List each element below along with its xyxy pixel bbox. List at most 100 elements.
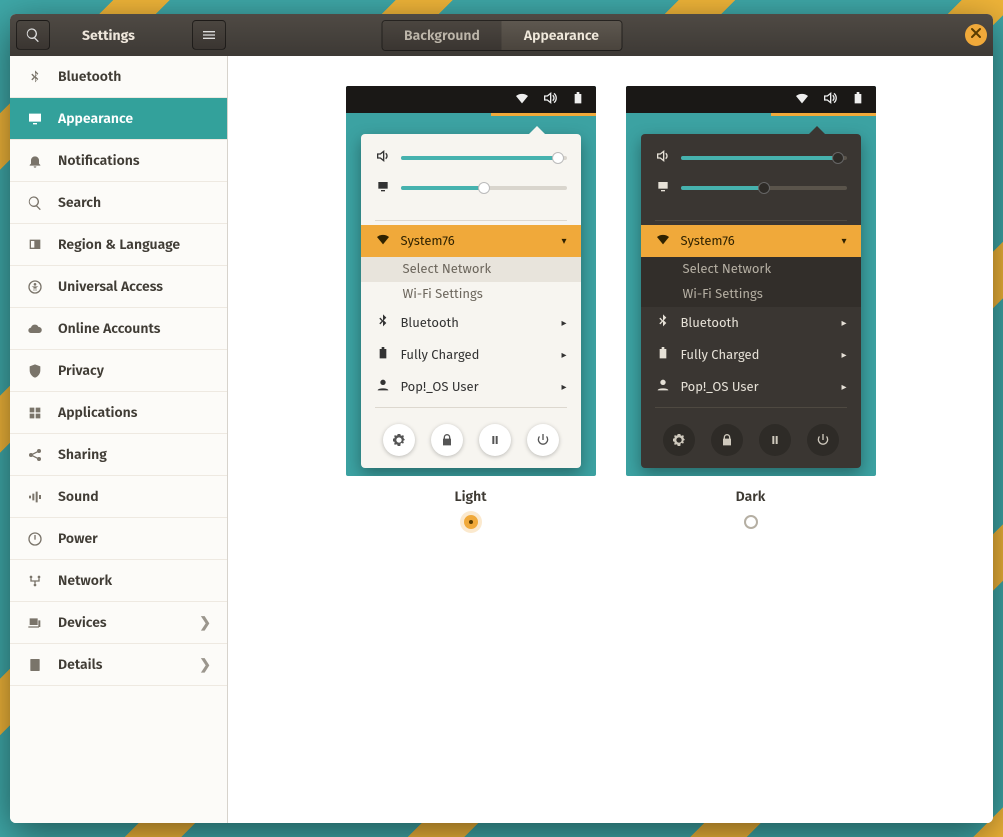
accessibility-icon: [26, 279, 44, 295]
titlebar: Settings Background Appearance: [10, 14, 993, 56]
theme-option-dark[interactable]: System76 ▾ Select Network Wi-Fi Settings…: [626, 86, 876, 533]
sidebar-item-sharing[interactable]: Sharing: [10, 434, 227, 476]
pause-button[interactable]: [479, 424, 511, 456]
brightness-slider[interactable]: [401, 186, 567, 190]
sidebar-item-label: Power: [58, 530, 98, 547]
lock-button[interactable]: [431, 424, 463, 456]
volume-icon: [375, 148, 391, 168]
sidebar-item-devices[interactable]: Devices ❯: [10, 602, 227, 644]
power-button[interactable]: [807, 424, 839, 456]
menu-button[interactable]: [192, 20, 226, 50]
preview-bluetooth-row[interactable]: Bluetooth ▸: [641, 307, 861, 339]
sidebar-item-search[interactable]: Search: [10, 182, 227, 224]
radio-dark[interactable]: [744, 515, 758, 529]
sidebar-item-label: Region & Language: [58, 236, 180, 253]
content-area: System76 ▾ Select Network Wi-Fi Settings…: [228, 56, 993, 823]
sidebar-item-privacy[interactable]: Privacy: [10, 350, 227, 392]
tab-background[interactable]: Background: [382, 21, 502, 50]
bell-icon: [26, 153, 44, 169]
chevron-right-icon: ❯: [199, 614, 211, 631]
volume-icon: [822, 90, 838, 110]
sidebar-item-label: Online Accounts: [58, 320, 160, 337]
preview-wifi-row[interactable]: System76 ▾: [641, 225, 861, 257]
volume-icon: [542, 90, 558, 110]
sidebar-item-label: Universal Access: [58, 278, 163, 295]
theme-label-light: Light: [346, 488, 596, 505]
bluetooth-icon: [655, 313, 671, 333]
brightness-slider[interactable]: [681, 186, 847, 190]
wifi-icon: [794, 90, 810, 110]
preview-wifi-settings[interactable]: Wi-Fi Settings: [361, 282, 581, 307]
sidebar-item-label: Privacy: [58, 362, 104, 379]
settings-button[interactable]: [383, 424, 415, 456]
tab-appearance[interactable]: Appearance: [502, 21, 621, 50]
power-icon: [26, 531, 44, 547]
sidebar-item-applications[interactable]: Applications: [10, 392, 227, 434]
sidebar-item-online-accounts[interactable]: Online Accounts: [10, 308, 227, 350]
wifi-icon: [514, 90, 530, 110]
theme-option-light[interactable]: System76 ▾ Select Network Wi-Fi Settings…: [346, 86, 596, 533]
share-icon: [26, 447, 44, 463]
sidebar-item-label: Network: [58, 572, 112, 589]
pause-button[interactable]: [759, 424, 791, 456]
volume-icon: [655, 148, 671, 168]
globe-icon: [26, 237, 44, 253]
window-title: Settings: [50, 27, 186, 44]
sidebar-item-details[interactable]: Details ❯: [10, 644, 227, 686]
radio-light[interactable]: [464, 515, 478, 529]
lock-button[interactable]: [711, 424, 743, 456]
preview-battery-row[interactable]: Fully Charged ▸: [641, 339, 861, 371]
search-icon: [26, 195, 44, 211]
tab-switcher: Background Appearance: [381, 20, 622, 51]
shield-icon: [26, 363, 44, 379]
sidebar-item-label: Devices: [58, 614, 107, 631]
brightness-icon: [375, 178, 391, 198]
sidebar-item-notifications[interactable]: Notifications: [10, 140, 227, 182]
sidebar-item-network[interactable]: Network: [10, 560, 227, 602]
close-button[interactable]: [965, 24, 987, 46]
volume-slider[interactable]: [401, 156, 567, 160]
devices-icon: [26, 615, 44, 631]
preview-wifi-settings[interactable]: Wi-Fi Settings: [641, 282, 861, 307]
bluetooth-icon: [26, 69, 44, 85]
preview-user-row[interactable]: Pop!_OS User ▸: [641, 371, 861, 403]
preview-select-network[interactable]: Select Network: [641, 257, 861, 282]
sidebar-item-label: Details: [58, 656, 102, 673]
chevron-down-icon: ▾: [561, 235, 566, 247]
theme-preview-light: System76 ▾ Select Network Wi-Fi Settings…: [346, 86, 596, 476]
sidebar-item-appearance[interactable]: Appearance: [10, 98, 227, 140]
preview-select-network[interactable]: Select Network: [361, 257, 581, 282]
user-icon: [655, 377, 671, 397]
chevron-down-icon: ▾: [841, 235, 846, 247]
preview-wifi-row[interactable]: System76 ▾: [361, 225, 581, 257]
chevron-right-icon: ▸: [561, 349, 566, 361]
sidebar-item-label: Sharing: [58, 446, 107, 463]
settings-window: Settings Background Appearance Bluetoot: [10, 14, 993, 823]
apps-icon: [26, 405, 44, 421]
preview-bluetooth-row[interactable]: Bluetooth ▸: [361, 307, 581, 339]
chevron-right-icon: ▸: [841, 317, 846, 329]
power-button[interactable]: [527, 424, 559, 456]
preview-battery-row[interactable]: Fully Charged ▸: [361, 339, 581, 371]
display-icon: [26, 111, 44, 127]
user-icon: [375, 377, 391, 397]
sidebar-item-region[interactable]: Region & Language: [10, 224, 227, 266]
cloud-icon: [26, 321, 44, 337]
search-button[interactable]: [16, 20, 50, 50]
close-icon: [968, 25, 984, 45]
sidebar-item-label: Applications: [58, 404, 137, 421]
sidebar-item-bluetooth[interactable]: Bluetooth: [10, 56, 227, 98]
volume-slider[interactable]: [681, 156, 847, 160]
chevron-right-icon: ▸: [561, 381, 566, 393]
search-icon: [25, 27, 41, 43]
battery-icon: [655, 345, 671, 365]
brightness-icon: [655, 178, 671, 198]
settings-button[interactable]: [663, 424, 695, 456]
sidebar-item-universal-access[interactable]: Universal Access: [10, 266, 227, 308]
preview-user-row[interactable]: Pop!_OS User ▸: [361, 371, 581, 403]
chevron-right-icon: ▸: [561, 317, 566, 329]
sidebar-item-power[interactable]: Power: [10, 518, 227, 560]
bluetooth-icon: [375, 313, 391, 333]
sidebar-item-sound[interactable]: Sound: [10, 476, 227, 518]
network-icon: [26, 573, 44, 589]
